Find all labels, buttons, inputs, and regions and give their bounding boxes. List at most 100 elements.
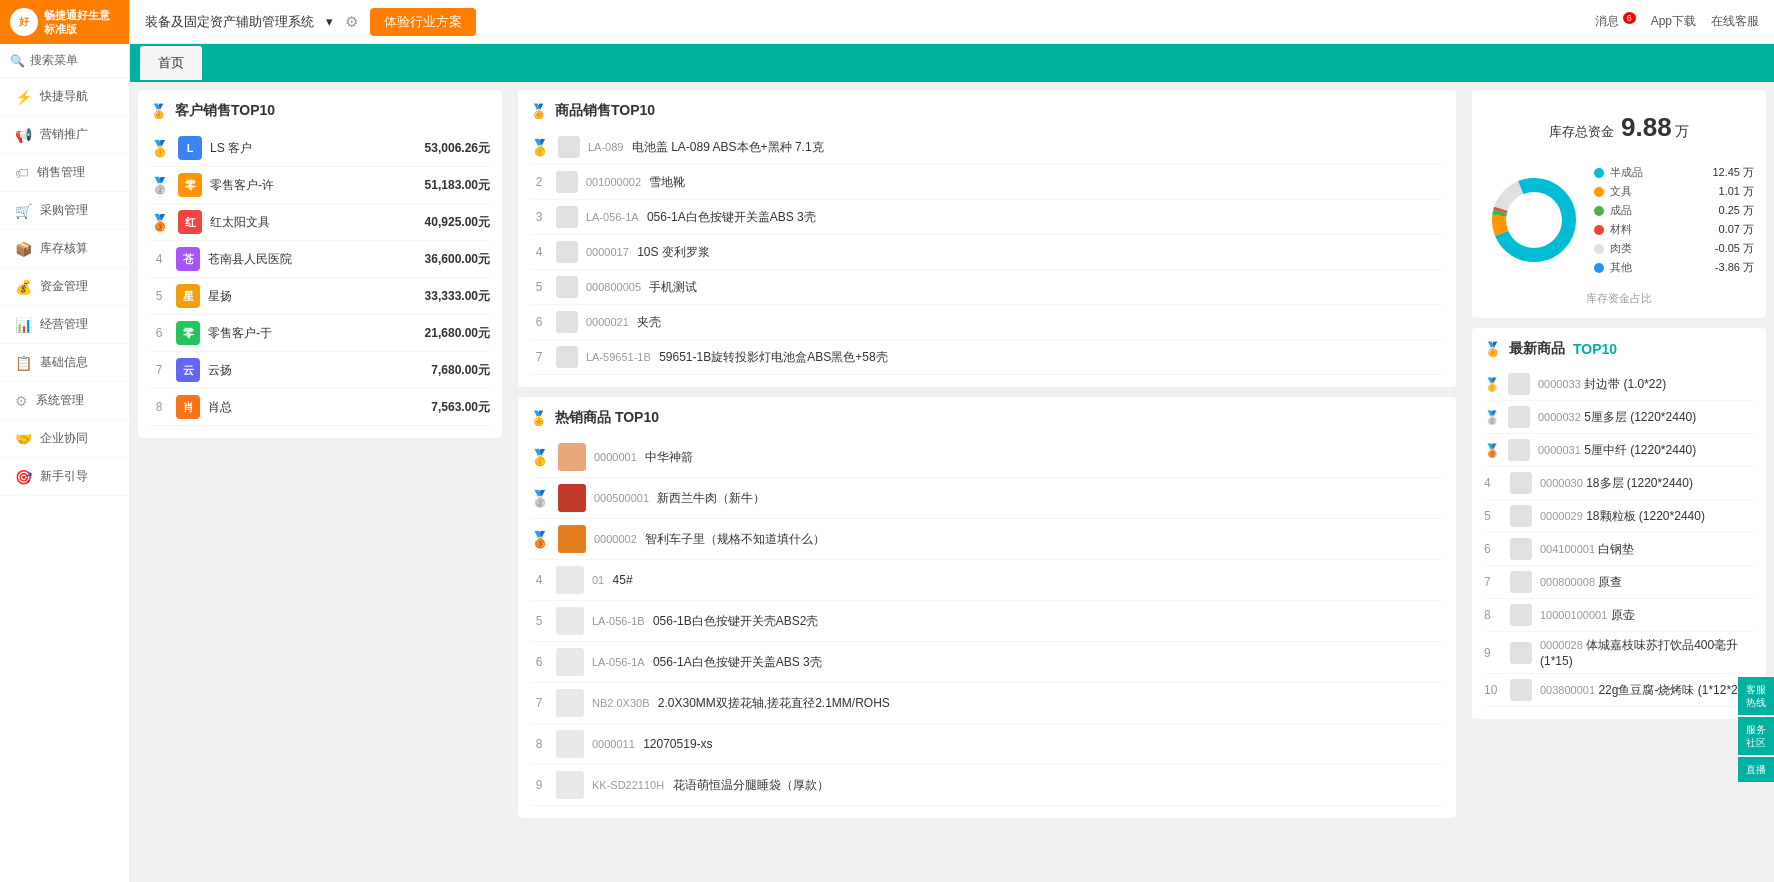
legend-row: 材料 0.07 万 bbox=[1594, 220, 1754, 239]
product-info: 0000017 10S 变利罗浆 bbox=[586, 244, 1444, 261]
product-code: LA-59651-1B bbox=[586, 351, 651, 363]
product-code: 0000001 bbox=[594, 451, 637, 463]
product-code: 0000017 bbox=[586, 246, 629, 258]
sidebar-label-xinshou: 新手引导 bbox=[40, 468, 88, 485]
sidebar-item-caigou[interactable]: 🛒采购管理 bbox=[0, 192, 129, 230]
legend-row: 文具 1.01 万 bbox=[1594, 182, 1754, 201]
rank-medal: 🥇 bbox=[530, 448, 550, 467]
logo-icon: 好 bbox=[10, 8, 38, 36]
product-info: 10000100001 原壶 bbox=[1540, 607, 1754, 624]
content-area: 🏅 客户销售TOP10 🥇 L LS 客户 53,006.26元 🥈 零 零售客… bbox=[130, 82, 1774, 882]
legend-row: 其他 -3.86 万 bbox=[1594, 258, 1754, 277]
product-code: 0000002 bbox=[594, 533, 637, 545]
rank-num: 7 bbox=[530, 696, 548, 710]
customer-amount: 40,925.00元 bbox=[425, 214, 490, 231]
product-thumb bbox=[558, 525, 586, 553]
product-info: 0000002 智利车子里（规格不知道填什么） bbox=[594, 531, 1444, 548]
kefu-button[interactable]: 客服热线 bbox=[1738, 677, 1774, 715]
sidebar-search[interactable]: 🔍 搜索菜单 bbox=[0, 44, 129, 78]
sidebar-item-kucun[interactable]: 📦库存核算 bbox=[0, 230, 129, 268]
customer-row: 8 肖 肖总 7,563.00元 bbox=[150, 389, 490, 426]
sidebar-label-qiye: 企业协同 bbox=[40, 430, 88, 447]
trial-button[interactable]: 体验行业方案 bbox=[370, 8, 476, 36]
product-name: 5厘中纤 (1220*2440) bbox=[1584, 443, 1696, 457]
product-info: KK-SD22110H 花语萌恒温分腿睡袋（厚款） bbox=[592, 777, 1444, 794]
product-thumb bbox=[1508, 373, 1530, 395]
sidebar-item-xitong[interactable]: ⚙系统管理 bbox=[0, 382, 129, 420]
notification-area[interactable]: 消息 6 bbox=[1595, 13, 1635, 30]
zhibo-button[interactable]: 直播 bbox=[1738, 757, 1774, 782]
selling-medal-icon: 🏅 bbox=[530, 103, 547, 119]
xitong-icon: ⚙ bbox=[15, 393, 28, 409]
rank-num: 8 bbox=[530, 737, 548, 751]
hot-product-row: 7 NB2.0X30B 2.0X30MM双搓花轴,搓花直径2.1MM/ROHS bbox=[530, 683, 1444, 724]
selling-row: 🥇 LA-089 电池盖 LA-089 ABS本色+黑种 7.1克 bbox=[530, 130, 1444, 165]
product-code: 0000032 bbox=[1538, 411, 1581, 423]
product-code: 10000100001 bbox=[1540, 609, 1607, 621]
newest-product-row: 10 003800001 22g鱼豆腐-烧烤味 (1*12*20) bbox=[1484, 674, 1754, 707]
product-info: 000800008 原查 bbox=[1540, 574, 1754, 591]
customer-avatar: 零 bbox=[176, 321, 200, 345]
rank-num: 4 bbox=[530, 245, 548, 259]
hot-product-row: 9 KK-SD22110H 花语萌恒温分腿睡袋（厚款） bbox=[530, 765, 1444, 806]
product-code: LA-056-1A bbox=[586, 211, 639, 223]
rank-num: 7 bbox=[1484, 575, 1502, 589]
product-code: 003800001 bbox=[1540, 684, 1595, 696]
gear-icon[interactable]: ⚙ bbox=[345, 13, 358, 31]
legend-value: -3.86 万 bbox=[1715, 260, 1754, 275]
selling-row: 5 000800005 手机测试 bbox=[530, 270, 1444, 305]
sidebar-item-kuaijie[interactable]: ⚡快捷导航 bbox=[0, 78, 129, 116]
system-title: 装备及固定资产辅助管理系统 bbox=[145, 13, 314, 31]
inventory-card: 库存总资金 9.88 万 bbox=[1472, 90, 1766, 318]
customer-amount: 53,006.26元 bbox=[425, 140, 490, 157]
yingxiao-icon: 📢 bbox=[15, 127, 32, 143]
newest-product-row: 8 10000100001 原壶 bbox=[1484, 599, 1754, 632]
rank-num: 6 bbox=[530, 655, 548, 669]
product-info: 0000001 中华神箭 bbox=[594, 449, 1444, 466]
nav-tabs: 首页 bbox=[130, 44, 1774, 82]
notif-badge: 6 bbox=[1623, 12, 1636, 24]
customer-avatar: 肖 bbox=[176, 395, 200, 419]
hot-products-card: 🏅 热销商品 TOP10 🥇 0000001 中华神箭 🥈 000500001 … bbox=[518, 397, 1456, 818]
sidebar-item-xinshou[interactable]: 🎯新手引导 bbox=[0, 458, 129, 496]
sidebar-item-jingying[interactable]: 📊经营管理 bbox=[0, 306, 129, 344]
customer-avatar: 云 bbox=[176, 358, 200, 382]
product-thumb bbox=[1510, 679, 1532, 701]
sidebar-item-xiaoshou[interactable]: 🏷销售管理 bbox=[0, 154, 129, 192]
inventory-subtitle: 库存资金占比 bbox=[1484, 291, 1754, 306]
rank-num: 8 bbox=[150, 400, 168, 414]
sidebar-item-zijin[interactable]: 💰资金管理 bbox=[0, 268, 129, 306]
legend-dot bbox=[1594, 206, 1604, 216]
legend-row: 半成品 12.45 万 bbox=[1594, 163, 1754, 182]
selling-row: 6 0000021 夹壳 bbox=[530, 305, 1444, 340]
tab-home[interactable]: 首页 bbox=[140, 46, 202, 80]
online-service-link[interactable]: 在线客服 bbox=[1711, 13, 1759, 30]
sidebar-label-caigou: 采购管理 bbox=[40, 202, 88, 219]
product-info: 0000028 体城嘉枝味苏打饮品400毫升 (1*15) bbox=[1540, 637, 1754, 668]
product-img bbox=[556, 276, 578, 298]
product-info: 0000030 18多层 (1220*2440) bbox=[1540, 475, 1754, 492]
dropdown-arrow-icon[interactable]: ▾ bbox=[326, 14, 333, 29]
legend-value: 0.07 万 bbox=[1719, 222, 1754, 237]
product-name: 18多层 (1220*2440) bbox=[1586, 476, 1693, 490]
product-thumb bbox=[556, 730, 584, 758]
sidebar-item-yingxiao[interactable]: 📢营销推广 bbox=[0, 116, 129, 154]
product-name: 原壶 bbox=[1611, 608, 1635, 622]
fuwu-button[interactable]: 服务社区 bbox=[1738, 717, 1774, 755]
sidebar-item-jichu[interactable]: 📋基础信息 bbox=[0, 344, 129, 382]
newest-product-row: 6 004100001 白钢垫 bbox=[1484, 533, 1754, 566]
product-info: LA-056-1A 056-1A白色按键开关盖ABS 3壳 bbox=[592, 654, 1444, 671]
customer-row: 7 云 云扬 7,680.00元 bbox=[150, 352, 490, 389]
topbar-right: 消息 6 App下载 在线客服 bbox=[1595, 13, 1759, 30]
product-name: 2.0X30MM双搓花轴,搓花直径2.1MM/ROHS bbox=[658, 696, 890, 710]
sidebar-label-jingying: 经营管理 bbox=[40, 316, 88, 333]
product-name: 中华神箭 bbox=[645, 450, 693, 464]
product-info: LA-056-1A 056-1A白色按键开关盖ABS 3壳 bbox=[586, 209, 1444, 226]
product-name: 新西兰牛肉（新牛） bbox=[657, 491, 765, 505]
sidebar-item-qiye[interactable]: 🤝企业协同 bbox=[0, 420, 129, 458]
hot-products-title: 🏅 热销商品 TOP10 bbox=[530, 409, 1444, 427]
customer-amount: 7,680.00元 bbox=[431, 362, 490, 379]
product-name: 59651-1B旋转投影灯电池盒ABS黑色+58壳 bbox=[659, 350, 887, 364]
app-download-link[interactable]: App下载 bbox=[1651, 13, 1696, 30]
main-area: 装备及固定资产辅助管理系统 ▾ ⚙ 体验行业方案 消息 6 App下载 在线客服… bbox=[130, 0, 1774, 882]
